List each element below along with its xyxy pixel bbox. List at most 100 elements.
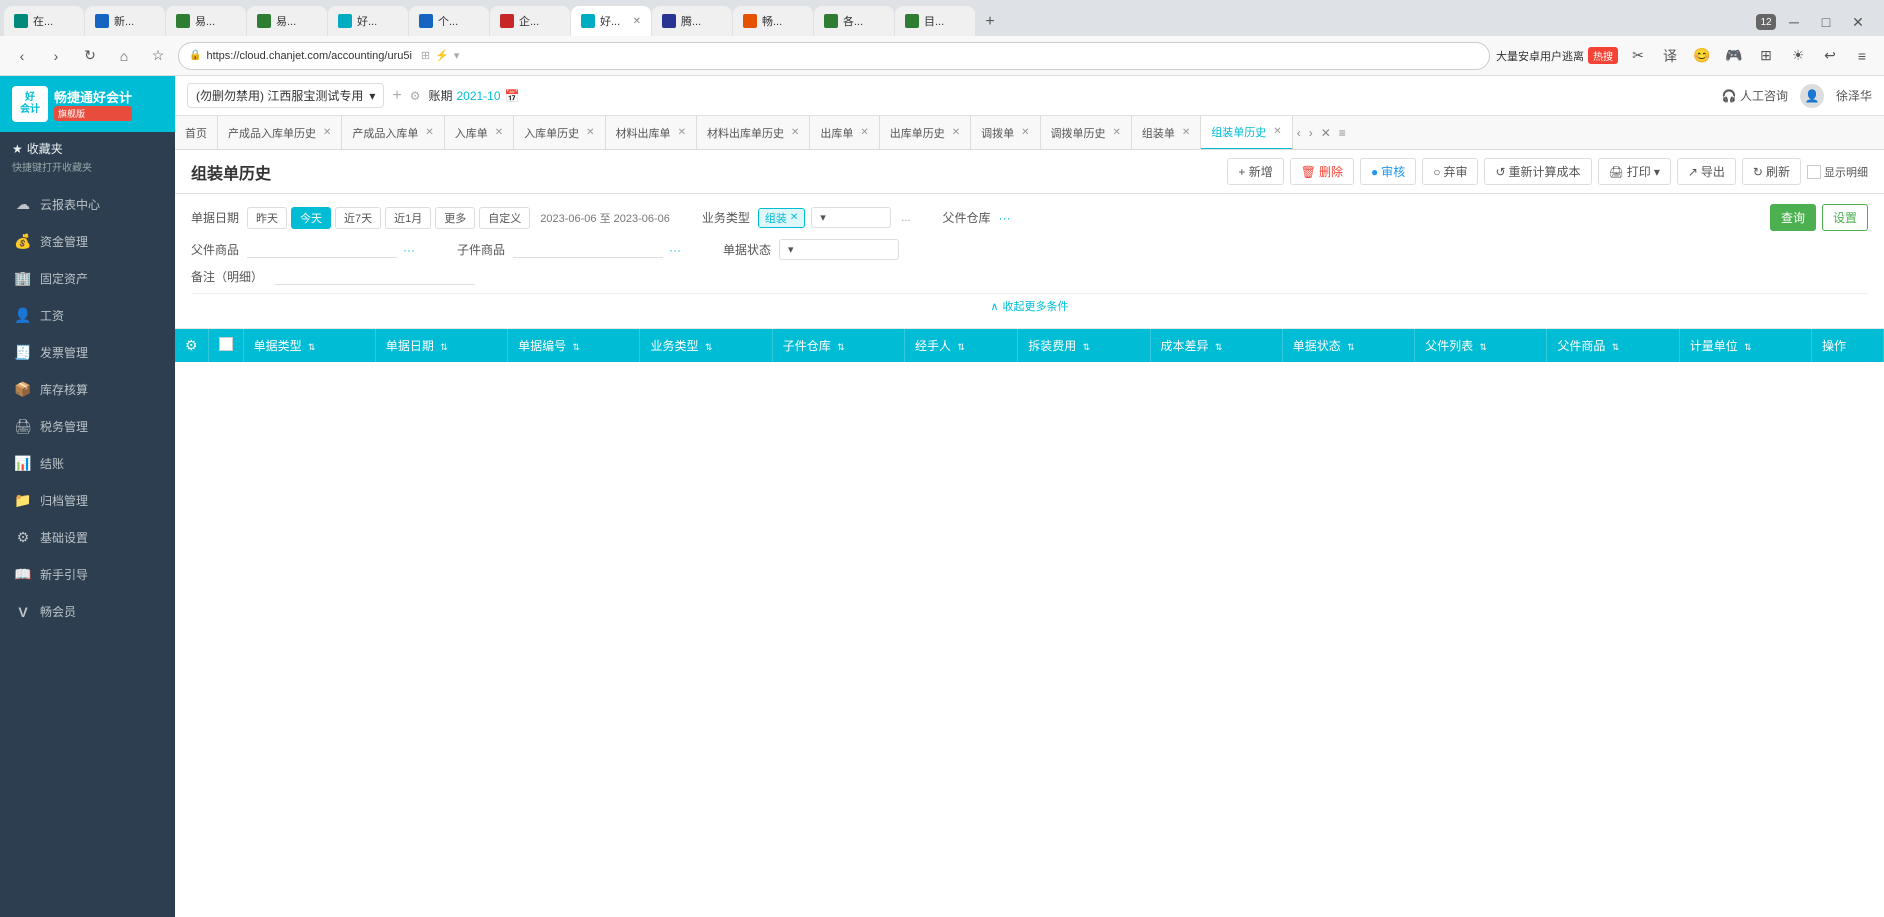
- parent-goods-input[interactable]: [247, 241, 397, 258]
- biz-type-select[interactable]: ▾: [811, 207, 891, 228]
- new-button[interactable]: + 新增: [1227, 158, 1283, 185]
- sidebar-item-member[interactable]: V 畅会员: [0, 593, 175, 630]
- sidebar-item-payroll[interactable]: 👤 工资: [0, 297, 175, 334]
- sort-parent-goods-icon[interactable]: ⇅: [1612, 342, 1620, 352]
- recalculate-button[interactable]: ↺ 重新计算成本: [1484, 158, 1591, 185]
- column-settings-icon[interactable]: ⚙: [185, 337, 198, 353]
- biz-type-more[interactable]: ...: [901, 212, 910, 224]
- calendar-icon[interactable]: 📅: [505, 89, 520, 103]
- bill-status-select[interactable]: ▾: [779, 239, 899, 260]
- tab-close-8[interactable]: ✕: [633, 16, 641, 27]
- forward-button[interactable]: ›: [42, 42, 70, 70]
- sort-handler-icon[interactable]: ⇅: [957, 342, 965, 352]
- doc-tab-out-close[interactable]: ✕: [860, 127, 868, 138]
- browser-tab-3[interactable]: 易...: [166, 6, 246, 36]
- doc-tab-material-out-history-close[interactable]: ✕: [791, 127, 799, 138]
- parent-goods-more[interactable]: ···: [403, 243, 415, 257]
- sort-date-icon[interactable]: ⇅: [440, 342, 448, 352]
- doc-tabs-menu[interactable]: ≡: [1335, 126, 1350, 140]
- child-goods-more[interactable]: ···: [669, 243, 681, 257]
- browser-tab-1[interactable]: 在...: [4, 6, 84, 36]
- date-btn-7days[interactable]: 近7天: [335, 207, 381, 229]
- company-selector[interactable]: (勿删勿禁用) 江西服宝测试专用 ▾: [187, 83, 384, 108]
- biz-type-tag-remove[interactable]: ✕: [790, 212, 798, 223]
- doc-tab-material-out-history[interactable]: 材料出库单历史 ✕: [697, 116, 810, 150]
- add-company-button[interactable]: +: [392, 87, 401, 105]
- delete-button[interactable]: 🗑 删除: [1290, 158, 1354, 185]
- date-btn-1month[interactable]: 近1月: [385, 207, 431, 229]
- doc-tab-assembly-history[interactable]: 组装单历史 ✕: [1201, 116, 1292, 150]
- doc-tab-product-in-history-close[interactable]: ✕: [323, 127, 331, 138]
- browser-tab-10[interactable]: 畅...: [733, 6, 813, 36]
- sidebar-item-cloud-reports[interactable]: ☁ 云报表中心: [0, 186, 175, 223]
- remark-input[interactable]: [275, 268, 475, 285]
- doc-tab-assembly-history-close[interactable]: ✕: [1273, 126, 1281, 137]
- sidebar-item-guide[interactable]: 📖 新手引导: [0, 556, 175, 593]
- display-toggle[interactable]: 显示明细: [1807, 164, 1868, 180]
- sort-fee-icon[interactable]: ⇅: [1083, 342, 1091, 352]
- browser-tab-9[interactable]: 腾...: [652, 6, 732, 36]
- undo-icon[interactable]: ↩: [1816, 42, 1844, 70]
- sidebar-item-invoice[interactable]: 🧾 发票管理: [0, 334, 175, 371]
- service-label[interactable]: 🎧 人工咨询: [1722, 87, 1788, 104]
- doc-tab-in-history-close[interactable]: ✕: [586, 127, 594, 138]
- sidebar-item-fixed-assets[interactable]: 🏢 固定资产: [0, 260, 175, 297]
- sidebar-favorites[interactable]: ★ 收藏夹 快捷键打开收藏夹: [0, 132, 175, 182]
- sort-warehouse-icon[interactable]: ⇅: [837, 342, 845, 352]
- doc-tab-material-out[interactable]: 材料出库单 ✕: [606, 116, 697, 150]
- maximize-button[interactable]: □: [1812, 8, 1840, 36]
- minimize-button[interactable]: ─: [1780, 8, 1808, 36]
- doc-tab-product-in-history[interactable]: 产成品入库单历史 ✕: [218, 116, 342, 150]
- doc-tab-out-history-close[interactable]: ✕: [952, 127, 960, 138]
- doc-tab-product-in[interactable]: 产成品入库单 ✕: [342, 116, 444, 150]
- sidebar-item-inventory[interactable]: 📦 库存核算: [0, 371, 175, 408]
- print-button[interactable]: 🖨 打印 ▾: [1598, 158, 1671, 185]
- sort-unit-icon[interactable]: ⇅: [1744, 342, 1752, 352]
- grid-icon[interactable]: ⊞: [1752, 42, 1780, 70]
- browser-tab-8[interactable]: 好... ✕: [571, 6, 651, 36]
- export-button[interactable]: ↗ 导出: [1677, 158, 1736, 185]
- table-settings-header[interactable]: ⚙: [175, 329, 208, 362]
- new-tab-button[interactable]: +: [976, 8, 1004, 36]
- sort-parent-list-icon[interactable]: ⇅: [1479, 342, 1487, 352]
- bookmark-button[interactable]: ☆: [144, 42, 172, 70]
- date-btn-more[interactable]: 更多: [435, 207, 475, 229]
- refresh-browser-button[interactable]: ↻: [76, 42, 104, 70]
- translate-icon[interactable]: 译: [1656, 42, 1684, 70]
- menu-icon[interactable]: ≡: [1848, 42, 1876, 70]
- cut-icon[interactable]: ✂: [1624, 42, 1652, 70]
- browser-tab-7[interactable]: 企...: [490, 6, 570, 36]
- brightness-icon[interactable]: ☀: [1784, 42, 1812, 70]
- doc-tab-in-history[interactable]: 入库单历史 ✕: [514, 116, 605, 150]
- sidebar-item-tax[interactable]: 🖨 税务管理: [0, 408, 175, 445]
- doc-tab-transfer-history-close[interactable]: ✕: [1113, 127, 1121, 138]
- sidebar-item-archive[interactable]: 📁 归档管理: [0, 482, 175, 519]
- sort-cost-icon[interactable]: ⇅: [1215, 342, 1223, 352]
- browser-tab-6[interactable]: 个...: [409, 6, 489, 36]
- doc-tabs-close-all[interactable]: ✕: [1317, 126, 1335, 140]
- doc-tabs-nav-next[interactable]: ›: [1305, 126, 1317, 140]
- doc-tab-out[interactable]: 出库单 ✕: [810, 116, 879, 150]
- doc-tab-product-in-close[interactable]: ✕: [425, 127, 433, 138]
- sidebar-item-fund-management[interactable]: 💰 资金管理: [0, 223, 175, 260]
- close-window-button[interactable]: ✕: [1844, 8, 1872, 36]
- doc-tab-out-history[interactable]: 出库单历史 ✕: [880, 116, 971, 150]
- browser-tab-11[interactable]: 各...: [814, 6, 894, 36]
- review-button[interactable]: ● 审核: [1360, 158, 1416, 185]
- browser-tab-5[interactable]: 好...: [328, 6, 408, 36]
- doc-tab-material-out-close[interactable]: ✕: [678, 127, 686, 138]
- sort-type-icon[interactable]: ⇅: [308, 342, 316, 352]
- table-checkbox-header[interactable]: [208, 329, 243, 362]
- doc-tab-assembly-close[interactable]: ✕: [1182, 127, 1190, 138]
- settings-gear-icon[interactable]: ⚙: [410, 89, 421, 103]
- browser-tab-2[interactable]: 新...: [85, 6, 165, 36]
- browser-tab-4[interactable]: 易...: [247, 6, 327, 36]
- doc-tab-transfer[interactable]: 调拨单 ✕: [971, 116, 1040, 150]
- doc-tab-in[interactable]: 入库单 ✕: [445, 116, 514, 150]
- back-button[interactable]: ‹: [8, 42, 36, 70]
- child-goods-input[interactable]: [513, 241, 663, 258]
- home-button[interactable]: ⌂: [110, 42, 138, 70]
- sidebar-item-checkout[interactable]: 📊 结账: [0, 445, 175, 482]
- browser-tab-12[interactable]: 目...: [895, 6, 975, 36]
- doc-tab-transfer-history[interactable]: 调拨单历史 ✕: [1041, 116, 1132, 150]
